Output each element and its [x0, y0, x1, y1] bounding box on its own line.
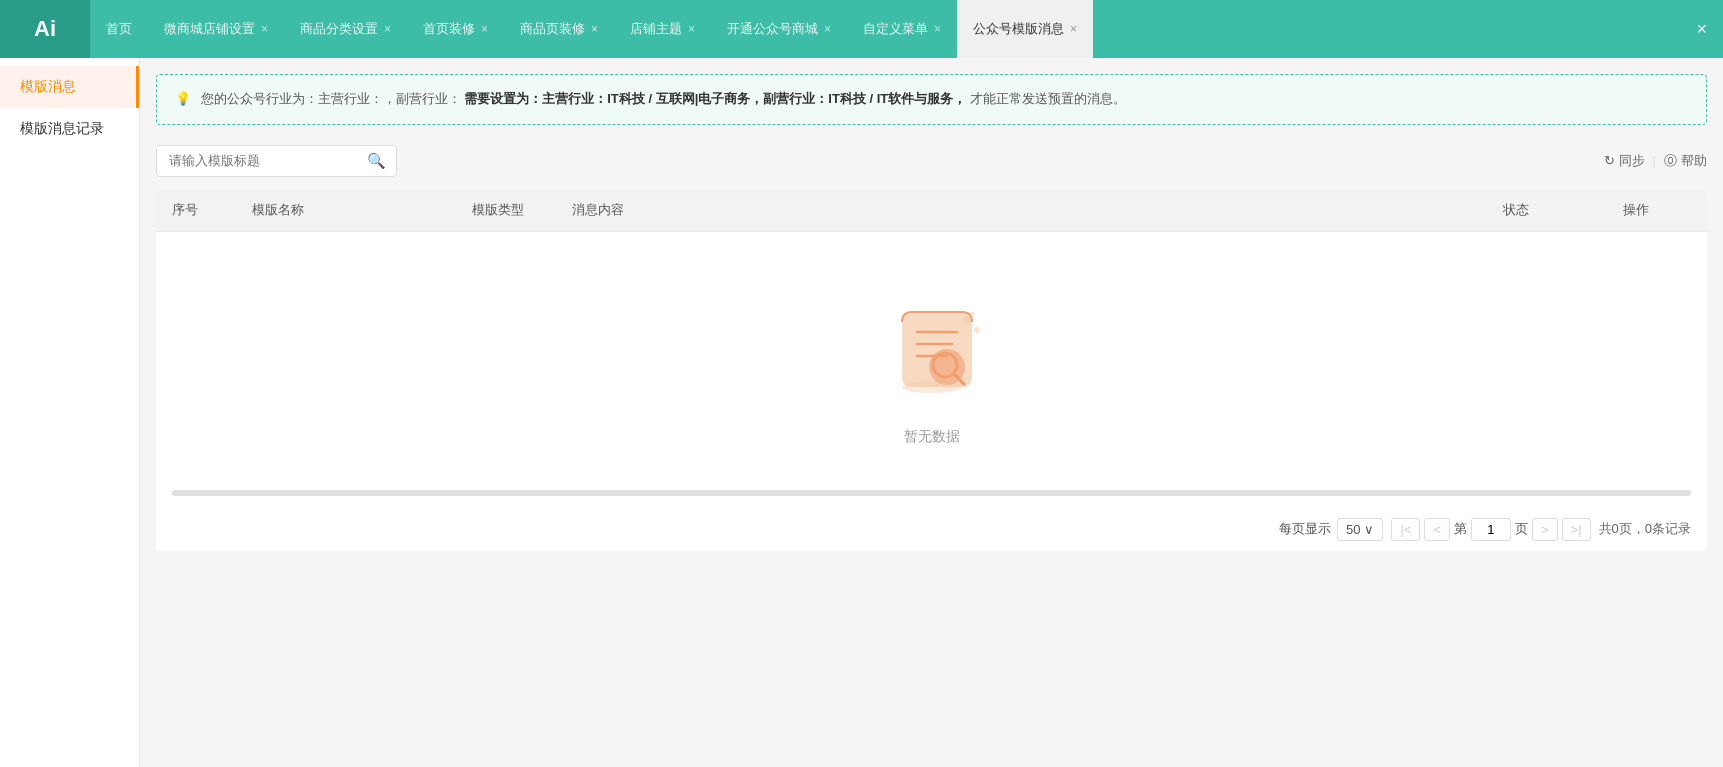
sidebar: 模版消息 模版消息记录: [0, 58, 140, 767]
svg-point-7: [963, 316, 971, 324]
tab-product-decor[interactable]: 商品页装修 ×: [504, 0, 614, 58]
total-info: 共0页，0条记录: [1599, 520, 1691, 538]
page-input[interactable]: [1471, 518, 1511, 541]
main-layout: 模版消息 模版消息记录 💡 您的公众号行业为：主营行业：，副营行业： 需要设置为…: [0, 58, 1723, 767]
search-input[interactable]: [157, 147, 357, 174]
sync-button[interactable]: ↻ 同步: [1604, 152, 1645, 170]
svg-point-8: [974, 327, 980, 333]
search-button[interactable]: 🔍: [357, 146, 396, 176]
close-tab-store-settings[interactable]: ×: [261, 22, 268, 36]
nav-tabs: 首页 微商城店铺设置 × 商品分类设置 × 首页装修 × 商品页装修 × 店铺主…: [90, 0, 1680, 58]
close-tab-home-decor[interactable]: ×: [481, 22, 488, 36]
page-size-select[interactable]: 50 ∨: [1337, 518, 1383, 541]
close-tab-custom-menu[interactable]: ×: [934, 22, 941, 36]
first-page-button[interactable]: |<: [1391, 518, 1420, 541]
search-area: 🔍: [156, 145, 397, 177]
help-button[interactable]: ⓪ 帮助: [1664, 152, 1707, 170]
dropdown-icon: ∨: [1364, 522, 1374, 537]
page-nav: |< < 第 页 > >|: [1391, 518, 1590, 541]
col-content: 消息内容: [556, 189, 1487, 232]
col-index: 序号: [156, 189, 236, 232]
tab-category-settings[interactable]: 商品分类设置 ×: [284, 0, 407, 58]
empty-state: 暂无数据: [156, 232, 1707, 486]
tab-home[interactable]: 首页: [90, 0, 148, 58]
notice-box: 💡 您的公众号行业为：主营行业：，副营行业： 需要设置为：主营行业：IT科技 /…: [156, 74, 1707, 125]
col-type: 模版类型: [456, 189, 556, 232]
notice-icon: 💡: [175, 91, 191, 106]
next-page-button[interactable]: >: [1532, 518, 1558, 541]
tab-store-theme[interactable]: 店铺主题 ×: [614, 0, 711, 58]
close-all-button[interactable]: ×: [1680, 19, 1723, 40]
data-table: 序号 模版名称 模版类型 消息内容 状态 操作: [156, 189, 1707, 486]
tab-store-settings[interactable]: 微商城店铺设置 ×: [148, 0, 284, 58]
sidebar-item-template-message[interactable]: 模版消息: [0, 66, 139, 108]
close-tab-category-settings[interactable]: ×: [384, 22, 391, 36]
tab-custom-menu[interactable]: 自定义菜单 ×: [847, 0, 957, 58]
tab-home-decor[interactable]: 首页装修 ×: [407, 0, 504, 58]
sidebar-item-template-message-log[interactable]: 模版消息记录: [0, 108, 139, 150]
close-tab-product-decor[interactable]: ×: [591, 22, 598, 36]
horizontal-scrollbar[interactable]: [172, 490, 1691, 496]
scrollbar-container: [156, 486, 1707, 496]
help-icon: ⓪: [1664, 152, 1677, 170]
pagination: 每页显示 50 ∨ |< < 第 页 > >| 共0页，0条记录: [156, 508, 1707, 551]
toolbar: 🔍 ↻ 同步 | ⓪ 帮助: [156, 145, 1707, 177]
col-name: 模版名称: [236, 189, 456, 232]
sync-icon: ↻: [1604, 153, 1615, 168]
tab-open-wechat-mall[interactable]: 开通公众号商城 ×: [711, 0, 847, 58]
table-container: 序号 模版名称 模版类型 消息内容 状态 操作: [156, 189, 1707, 551]
prev-page-button[interactable]: <: [1424, 518, 1450, 541]
col-action: 操作: [1607, 189, 1707, 232]
close-tab-template-message[interactable]: ×: [1070, 22, 1077, 36]
close-tab-store-theme[interactable]: ×: [688, 22, 695, 36]
page-size-selector: 每页显示 50 ∨: [1279, 518, 1383, 541]
content-area: 💡 您的公众号行业为：主营行业：，副营行业： 需要设置为：主营行业：IT科技 /…: [140, 58, 1723, 767]
top-nav: Ai 首页 微商城店铺设置 × 商品分类设置 × 首页装修 × 商品页装修 × …: [0, 0, 1723, 58]
col-status: 状态: [1487, 189, 1607, 232]
empty-icon: [872, 292, 992, 412]
logo: Ai: [0, 0, 90, 58]
tab-template-message[interactable]: 公众号模版消息 ×: [957, 0, 1093, 58]
last-page-button[interactable]: >|: [1562, 518, 1591, 541]
svg-point-9: [970, 312, 974, 316]
toolbar-actions: ↻ 同步 | ⓪ 帮助: [1604, 152, 1707, 170]
empty-text: 暂无数据: [904, 428, 960, 446]
close-tab-open-wechat-mall[interactable]: ×: [824, 22, 831, 36]
toolbar-divider: |: [1653, 153, 1656, 168]
